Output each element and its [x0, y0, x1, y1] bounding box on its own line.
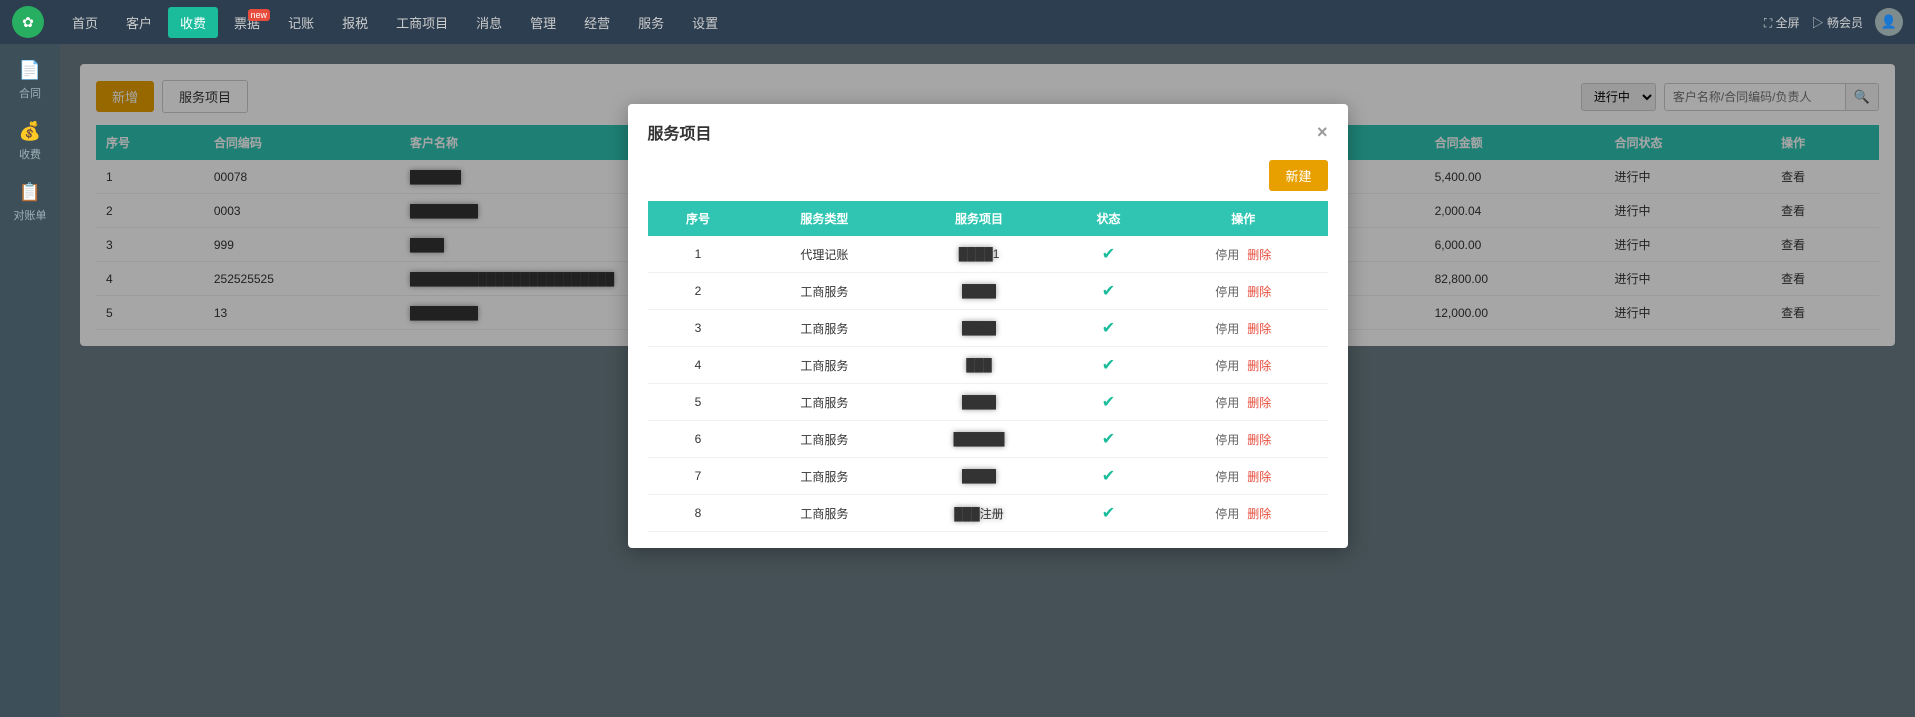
delete-button[interactable]: 删除 [1247, 470, 1271, 484]
charge-icon: 💰 [19, 121, 41, 142]
nav-industrial[interactable]: 工商项目 [384, 7, 460, 38]
nav-manage[interactable]: 管理 [518, 7, 568, 38]
nav-operation[interactable]: 经营 [572, 7, 622, 38]
modal-body: 新建 序号 服务类型 服务项目 状态 操作 [628, 152, 1348, 548]
service-modal: 服务项目 × 新建 序号 服务类型 服务项目 [628, 104, 1348, 548]
nav-message[interactable]: 消息 [464, 7, 514, 38]
nav-home[interactable]: 首页 [60, 7, 110, 38]
list-item: 3 工商服务 ████ ✔ 停用删除 [648, 310, 1328, 347]
stop-button[interactable]: 停用 [1215, 396, 1239, 410]
list-item: 7 工商服务 ████ ✔ 停用删除 [648, 458, 1328, 495]
nav-tax[interactable]: 报税 [330, 7, 380, 38]
sidebar-item-charge[interactable]: 💰 收费 [4, 113, 56, 170]
modal-col-no: 序号 [648, 201, 749, 236]
nav-items: 首页 客户 收费 票据 new 记账 报税 工商项目 消息 管理 经营 服务 设… [60, 7, 1764, 38]
list-item: 8 工商服务 ███注册 ✔ 停用删除 [648, 495, 1328, 532]
status-check-icon: ✔ [1102, 357, 1115, 374]
nav-ticket[interactable]: 票据 new [222, 7, 272, 38]
nav-bookkeeping[interactable]: 记账 [276, 7, 326, 38]
modal-overlay: 服务项目 × 新建 序号 服务类型 服务项目 [60, 44, 1915, 717]
list-item: 5 工商服务 ████ ✔ 停用删除 [648, 384, 1328, 421]
avatar[interactable]: 👤 [1875, 8, 1903, 36]
delete-button[interactable]: 删除 [1247, 396, 1271, 410]
status-check-icon: ✔ [1102, 246, 1115, 263]
logo-icon: ✿ [12, 6, 44, 38]
fullscreen-btn[interactable]: ⛶ 全屏 [1764, 14, 1800, 31]
modal-scroll-area[interactable]: 序号 服务类型 服务项目 状态 操作 1 代理记账 [648, 201, 1328, 532]
list-item: 2 工商服务 ████ ✔ 停用删除 [648, 273, 1328, 310]
nav-charge[interactable]: 收费 [168, 7, 218, 38]
sidebar-item-contract[interactable]: 📄 合同 [4, 52, 56, 109]
status-check-icon: ✔ [1102, 394, 1115, 411]
top-right-icons: ⛶ 全屏 ▷ 畅会员 👤 [1764, 8, 1903, 36]
modal-close-button[interactable]: × [1317, 123, 1328, 141]
list-item: 1 代理记账 ████1 ✔ 停用删除 [648, 236, 1328, 273]
sidebar-label-charge: 收费 [19, 146, 41, 162]
main-layout: 📄 合同 💰 收费 📋 对账单 新增 服务项目 进行中 全部 已结束 [0, 44, 1915, 717]
status-check-icon: ✔ [1102, 468, 1115, 485]
delete-button[interactable]: 删除 [1247, 322, 1271, 336]
sidebar-label-statement: 对账单 [14, 207, 47, 223]
status-check-icon: ✔ [1102, 320, 1115, 337]
stop-button[interactable]: 停用 [1215, 248, 1239, 262]
top-nav: ✿ 首页 客户 收费 票据 new 记账 报税 工商项目 消息 管理 经营 服务… [0, 0, 1915, 44]
status-check-icon: ✔ [1102, 283, 1115, 300]
modal-new-button[interactable]: 新建 [1269, 160, 1327, 191]
nav-customer[interactable]: 客户 [114, 7, 164, 38]
new-badge: new [248, 9, 271, 21]
stop-button[interactable]: 停用 [1215, 359, 1239, 373]
modal-header: 服务项目 × [628, 104, 1348, 152]
sidebar-item-statement[interactable]: 📋 对账单 [4, 174, 56, 231]
delete-button[interactable]: 删除 [1247, 285, 1271, 299]
status-check-icon: ✔ [1102, 505, 1115, 522]
stop-button[interactable]: 停用 [1215, 433, 1239, 447]
contract-icon: 📄 [19, 60, 41, 81]
delete-button[interactable]: 删除 [1247, 433, 1271, 447]
sidebar-label-contract: 合同 [19, 85, 41, 101]
modal-toolbar: 新建 [648, 160, 1328, 191]
nav-settings[interactable]: 设置 [680, 7, 730, 38]
list-item: 4 工商服务 ███ ✔ 停用删除 [648, 347, 1328, 384]
service-table: 序号 服务类型 服务项目 状态 操作 1 代理记账 [648, 201, 1328, 532]
status-check-icon: ✔ [1102, 431, 1115, 448]
delete-button[interactable]: 删除 [1247, 507, 1271, 521]
delete-button[interactable]: 删除 [1247, 359, 1271, 373]
modal-col-type: 服务类型 [749, 201, 901, 236]
modal-col-status: 状态 [1058, 201, 1159, 236]
main-content: 新增 服务项目 进行中 全部 已结束 🔍 [60, 44, 1915, 717]
sidebar: 📄 合同 💰 收费 📋 对账单 [0, 44, 60, 717]
delete-button[interactable]: 删除 [1247, 248, 1271, 262]
statement-icon: 📋 [19, 182, 41, 203]
stop-button[interactable]: 停用 [1215, 322, 1239, 336]
stop-button[interactable]: 停用 [1215, 470, 1239, 484]
stop-button[interactable]: 停用 [1215, 507, 1239, 521]
modal-col-action: 操作 [1159, 201, 1327, 236]
nav-service[interactable]: 服务 [626, 7, 676, 38]
modal-col-item: 服务项目 [900, 201, 1058, 236]
member-btn[interactable]: ▷ 畅会员 [1812, 14, 1863, 31]
modal-title: 服务项目 [648, 120, 712, 144]
list-item: 6 工商服务 ██████ ✔ 停用删除 [648, 421, 1328, 458]
stop-button[interactable]: 停用 [1215, 285, 1239, 299]
